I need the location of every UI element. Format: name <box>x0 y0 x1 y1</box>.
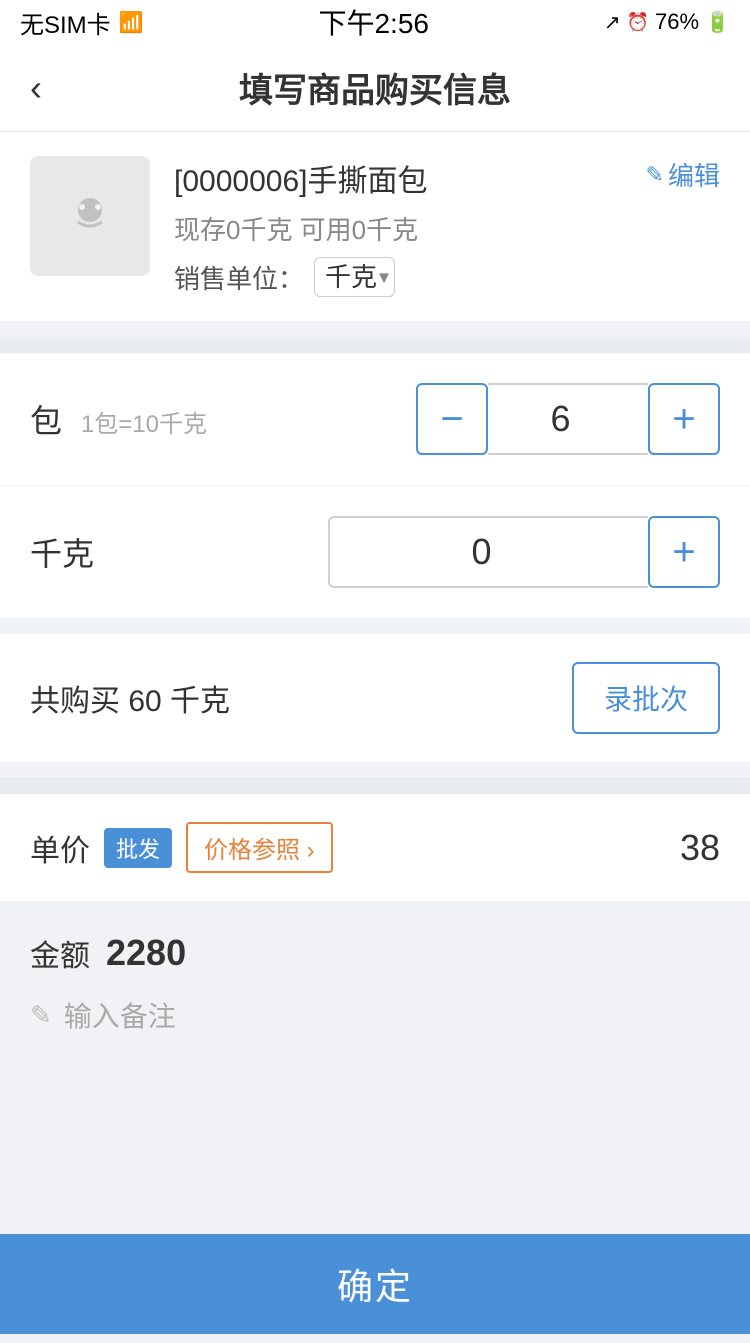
amount-row: 金额 2280 <box>30 931 720 975</box>
separator-1 <box>0 337 750 353</box>
carrier-label: 无SIM卡 <box>20 5 111 40</box>
status-bar: 无SIM卡 📶 下午2:56 ↗ ⏰ 76% 🔋 <box>0 0 750 44</box>
note-placeholder: 输入备注 <box>64 995 176 1035</box>
kilogram-qty-control: + <box>328 516 720 588</box>
price-section: 单价 批发 价格参照 › 38 <box>0 794 750 901</box>
product-unit-row: 销售单位： 千克 <box>174 257 720 297</box>
unit-select-wrapper[interactable]: 千克 <box>314 257 395 297</box>
product-logo-icon <box>60 186 120 246</box>
separator-2 <box>0 778 750 794</box>
unit-select[interactable]: 千克 <box>314 257 395 297</box>
package-plus-button[interactable]: + <box>648 383 720 455</box>
kilogram-row: 千克 + <box>0 486 750 618</box>
package-row: 包 1包=10千克 − + <box>0 353 750 486</box>
product-card: [0000006]手撕面包 ✎ 编辑 现存0千克 可用0千克 销售单位： 千克 <box>0 132 750 321</box>
product-name: [0000006]手撕面包 <box>174 156 427 200</box>
wifi-icon: 📶 <box>119 10 144 35</box>
page-title: 填写商品购买信息 <box>239 63 511 112</box>
total-section: 共购买 60 千克 录批次 <box>0 634 750 762</box>
alarm-icon: ⏰ <box>627 12 649 33</box>
price-label: 单价 <box>30 826 90 870</box>
total-text: 共购买 60 千克 <box>30 676 230 720</box>
status-left: 无SIM卡 📶 <box>20 5 144 40</box>
kilogram-label: 千克 <box>30 529 328 575</box>
package-label: 包 1包=10千克 <box>30 396 416 442</box>
kilogram-input[interactable] <box>328 516 648 588</box>
package-qty-control: − + <box>416 383 720 455</box>
package-label-text: 包 <box>30 403 62 439</box>
package-input[interactable] <box>488 383 648 455</box>
product-stock: 现存0千克 可用0千克 <box>174 210 720 247</box>
battery-icon: 🔋 <box>705 10 730 35</box>
price-left: 单价 批发 价格参照 › <box>30 822 333 873</box>
amount-section: 金额 2280 ✎ 输入备注 <box>0 903 750 1063</box>
note-row[interactable]: ✎ 输入备注 <box>30 995 720 1035</box>
battery-label: 76% <box>655 9 699 35</box>
product-image <box>30 156 150 276</box>
location-icon: ↗ <box>604 10 621 35</box>
edit-label: 编辑 <box>668 156 720 193</box>
nav-bar: ‹ 填写商品购买信息 <box>0 44 750 132</box>
edit-icon: ✎ <box>646 162 664 188</box>
price-value: 38 <box>680 827 720 869</box>
edit-button[interactable]: ✎ 编辑 <box>646 156 720 193</box>
package-section: 包 1包=10千克 − + 千克 + <box>0 353 750 618</box>
unit-label: 销售单位： <box>174 259 304 296</box>
price-ref-button[interactable]: 价格参照 › <box>186 822 333 873</box>
kilogram-plus-button[interactable]: + <box>648 516 720 588</box>
amount-value: 2280 <box>106 932 186 974</box>
confirm-button[interactable]: 确定 <box>0 1234 750 1334</box>
status-time: 下午2:56 <box>318 2 429 42</box>
back-button[interactable]: ‹ <box>30 57 52 119</box>
batch-button[interactable]: 录批次 <box>572 662 720 734</box>
product-info: [0000006]手撕面包 ✎ 编辑 现存0千克 可用0千克 销售单位： 千克 <box>174 156 720 297</box>
package-hint: 1包=10千克 <box>81 411 207 438</box>
package-minus-button[interactable]: − <box>416 383 488 455</box>
pencil-icon: ✎ <box>30 1000 52 1031</box>
price-tag: 批发 <box>104 828 172 868</box>
amount-label: 金额 <box>30 931 90 975</box>
status-right: ↗ ⏰ 76% 🔋 <box>604 9 730 35</box>
